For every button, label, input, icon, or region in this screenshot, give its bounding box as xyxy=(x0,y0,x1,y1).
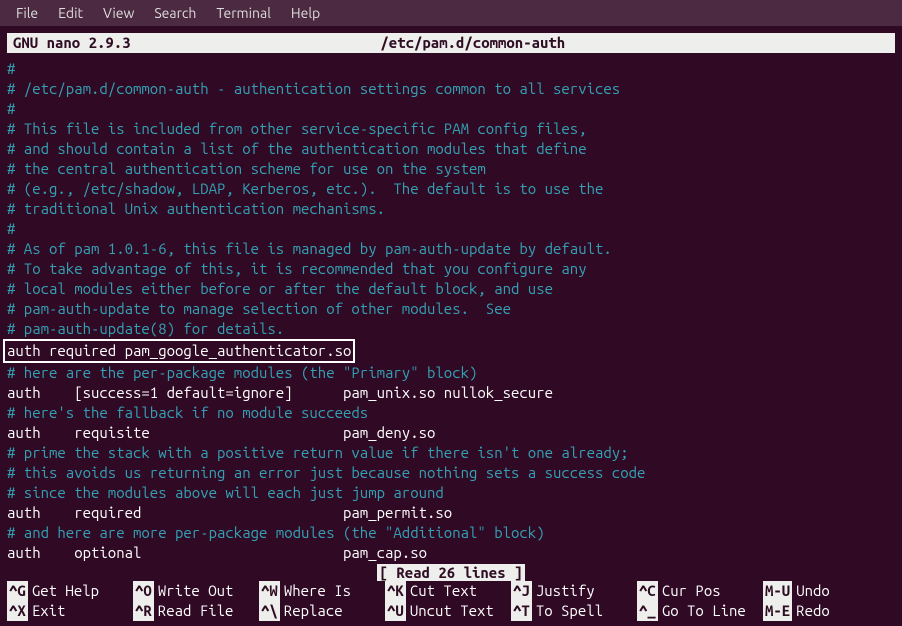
highlighted-line: auth required pam_google_authenticator.s… xyxy=(3,339,355,363)
editor-line: # here are the per-package modules (the … xyxy=(7,363,895,383)
shortcut-key: ^R xyxy=(133,601,154,621)
shortcut-bar: ^GGet Help^OWrite Out^WWhere Is^KCut Tex… xyxy=(0,581,902,621)
shortcut-key: ^\ xyxy=(259,601,280,621)
editor-line: auth required pam_google_authenticator.s… xyxy=(7,339,895,363)
shortcut-key: ^X xyxy=(7,601,28,621)
editor-area[interactable]: ## /etc/pam.d/common-auth - authenticati… xyxy=(0,53,902,563)
menu-terminal[interactable]: Terminal xyxy=(206,3,281,23)
shortcut-label: Go To Line xyxy=(658,601,752,621)
status-message: [ Read 26 lines ] xyxy=(0,564,902,581)
shortcut-key: ^O xyxy=(133,581,154,601)
shortcut-read-file[interactable]: ^RRead File xyxy=(133,601,259,621)
nano-titlebar: GNU nano 2.9.3 /etc/pam.d/common-auth xyxy=(7,33,895,53)
editor-line: auth required pam_permit.so xyxy=(7,503,895,523)
shortcut-label: Read File xyxy=(154,601,240,621)
shortcut-key: ^U xyxy=(385,601,406,621)
shortcut-where-is[interactable]: ^WWhere Is xyxy=(259,581,385,601)
shortcut-label: Replace xyxy=(280,601,349,621)
editor-line: # pam-auth-update(8) for details. xyxy=(7,319,895,339)
shortcut-key: ^_ xyxy=(637,601,658,621)
editor-line: # xyxy=(7,59,895,79)
shortcut-label: To Spell xyxy=(532,601,609,621)
editor-line: # and should contain a list of the authe… xyxy=(7,139,895,159)
editor-line: # here's the fallback if no module succe… xyxy=(7,403,895,423)
shortcut-replace[interactable]: ^\Replace xyxy=(259,601,385,621)
shortcut-key: ^J xyxy=(511,581,532,601)
shortcut-label: Cur Pos xyxy=(658,581,727,601)
editor-line: # traditional Unix authentication mechan… xyxy=(7,199,895,219)
shortcut-cur-pos[interactable]: ^CCur Pos xyxy=(637,581,763,601)
shortcut-justify[interactable]: ^JJustify xyxy=(511,581,637,601)
shortcut-label: Where Is xyxy=(280,581,357,601)
editor-line: auth requisite pam_deny.so xyxy=(7,423,895,443)
shortcut-key: ^W xyxy=(259,581,280,601)
shortcut-label: Get Help xyxy=(28,581,105,601)
editor-line: # /etc/pam.d/common-auth - authenticatio… xyxy=(7,79,895,99)
editor-line: # xyxy=(7,219,895,239)
menubar: File Edit View Search Terminal Help xyxy=(0,0,902,26)
shortcut-cut-text[interactable]: ^KCut Text xyxy=(385,581,511,601)
shortcut-label: Cut Text xyxy=(406,581,483,601)
shortcut-key: ^K xyxy=(385,581,406,601)
editor-line: # local modules either before or after t… xyxy=(7,279,895,299)
shortcut-key: ^G xyxy=(7,581,28,601)
menu-edit[interactable]: Edit xyxy=(48,3,93,23)
editor-line: # As of pam 1.0.1-6, this file is manage… xyxy=(7,239,895,259)
menu-search[interactable]: Search xyxy=(144,3,206,23)
shortcut-exit[interactable]: ^XExit xyxy=(7,601,133,621)
shortcut-redo[interactable]: M-ERedo xyxy=(763,601,859,621)
shortcut-label: Justify xyxy=(532,581,601,601)
shortcut-go-to-line[interactable]: ^_Go To Line xyxy=(637,601,763,621)
editor-line: # xyxy=(7,99,895,119)
shortcut-label: Exit xyxy=(28,601,72,621)
menu-view[interactable]: View xyxy=(93,3,144,23)
editor-line: # This file is included from other servi… xyxy=(7,119,895,139)
shortcut-label: Redo xyxy=(792,601,836,621)
editor-line: # prime the stack with a positive return… xyxy=(7,443,895,463)
nano-filename: /etc/pam.d/common-auth xyxy=(91,33,855,53)
editor-line: # since the modules above will each just… xyxy=(7,483,895,503)
shortcut-get-help[interactable]: ^GGet Help xyxy=(7,581,133,601)
editor-line: # pam-auth-update to manage selection of… xyxy=(7,299,895,319)
editor-line: # To take advantage of this, it is recom… xyxy=(7,259,895,279)
editor-line: # (e.g., /etc/shadow, LDAP, Kerberos, et… xyxy=(7,179,895,199)
shortcut-write-out[interactable]: ^OWrite Out xyxy=(133,581,259,601)
shortcut-undo[interactable]: M-UUndo xyxy=(763,581,859,601)
editor-line: # the central authentication scheme for … xyxy=(7,159,895,179)
shortcut-key: M-U xyxy=(763,581,792,601)
editor-line: # this avoids us returning an error just… xyxy=(7,463,895,483)
shortcut-key: M-E xyxy=(763,601,792,621)
shortcut-uncut-text[interactable]: ^UUncut Text xyxy=(385,601,511,621)
editor-line: # and here are more per-package modules … xyxy=(7,523,895,543)
editor-line: auth optional pam_cap.so xyxy=(7,543,895,563)
shortcut-label: Uncut Text xyxy=(406,601,500,621)
editor-line: auth [success=1 default=ignore] pam_unix… xyxy=(7,383,895,403)
shortcut-key: ^T xyxy=(511,601,532,621)
menu-file[interactable]: File xyxy=(6,3,48,23)
shortcut-label: Write Out xyxy=(154,581,240,601)
shortcut-label: Undo xyxy=(792,581,836,601)
shortcut-to-spell[interactable]: ^TTo Spell xyxy=(511,601,637,621)
menu-help[interactable]: Help xyxy=(281,3,330,23)
shortcut-key: ^C xyxy=(637,581,658,601)
